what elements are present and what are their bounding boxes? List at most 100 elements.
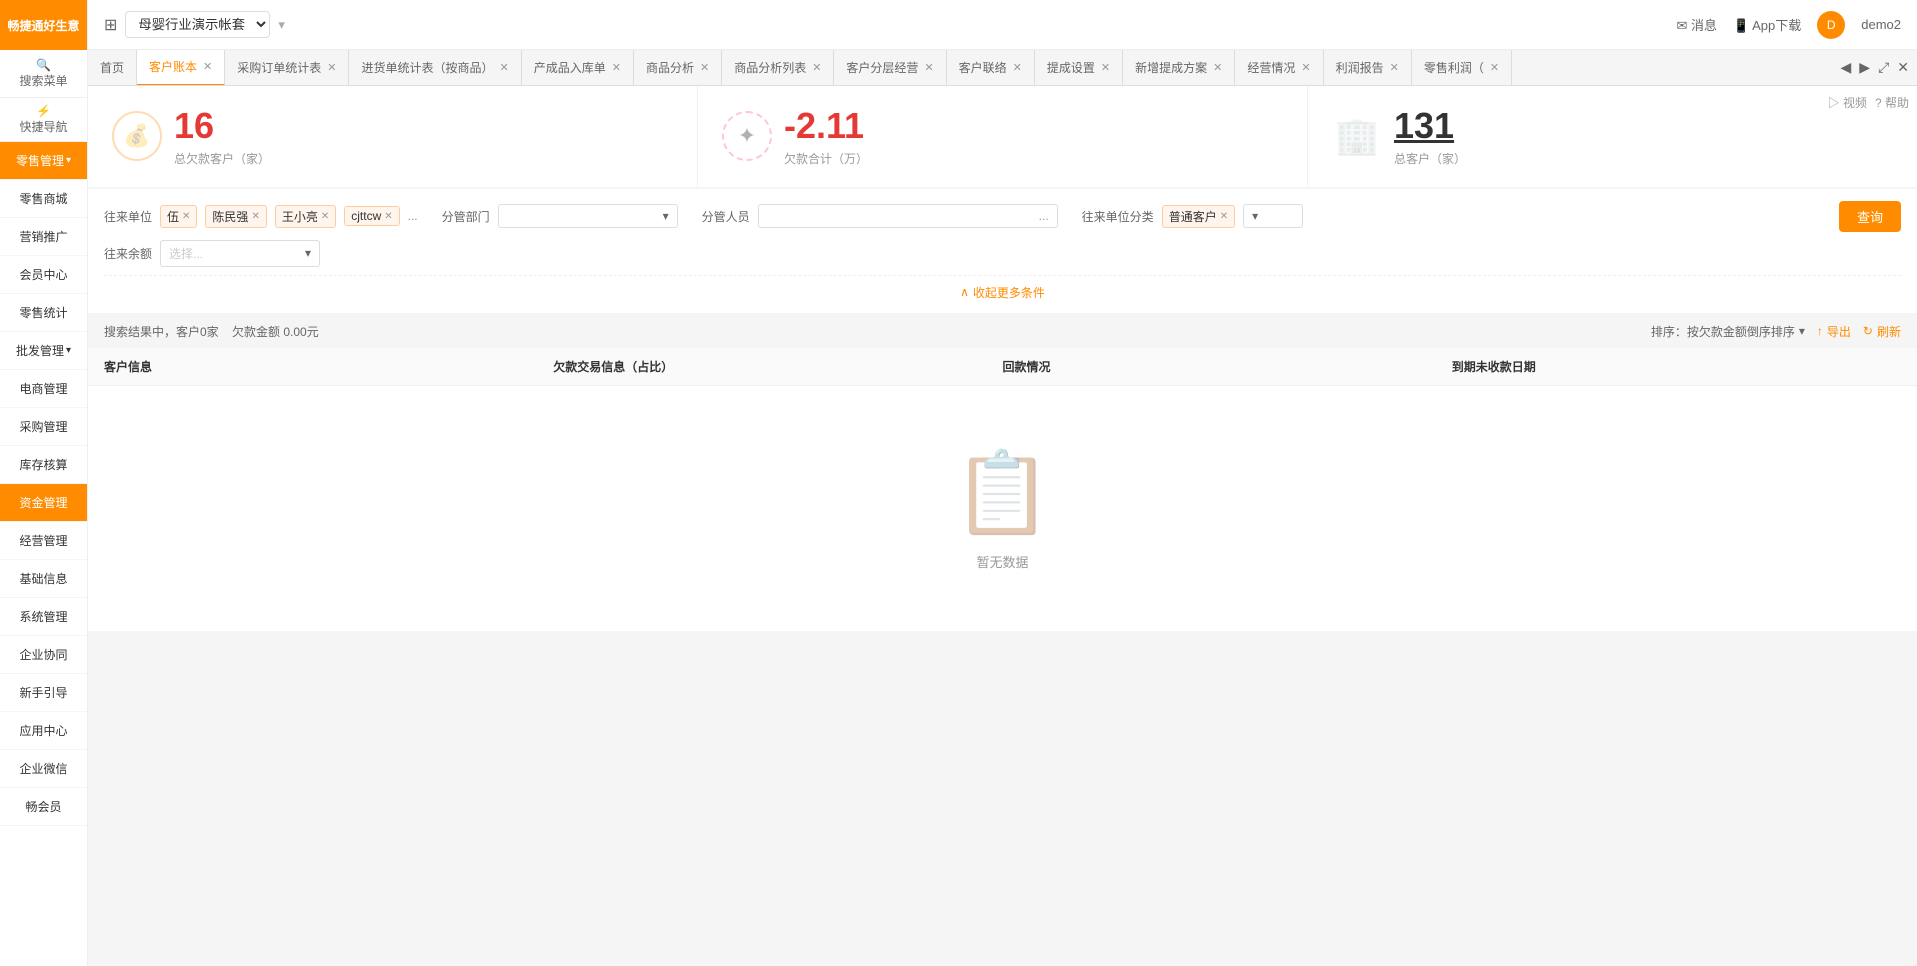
sidebar-item-retail-stats[interactable]: 零售统计 [0,294,87,332]
tab-commission-settings[interactable]: 提成设置 ✕ [1035,50,1123,86]
tab-close-icon[interactable]: ✕ [700,61,709,74]
filter-tag-wang[interactable]: 王小亮 ✕ [275,205,336,228]
sidebar-item-newbie[interactable]: 新手引导 [0,674,87,712]
dept-filter-select[interactable]: ▾ [498,204,678,228]
results-bar: 搜索结果中，客户0家 欠款金额 0.00元 排序：按欠款金额倒序排序 ▾ ↑ 导… [88,315,1917,348]
chevron-down-icon: ▾ [66,345,71,356]
stat-card-total-customers: 🏢 131 总客户（家） ▷ 视频 ? 帮助 [1308,86,1917,187]
sidebar-item-member-center[interactable]: 会员中心 [0,256,87,294]
category-filter-label: 往来单位分类 [1082,208,1154,225]
sidebar-search[interactable]: 🔍 搜索菜单 [0,50,87,98]
remove-tag-chen[interactable]: ✕ [251,211,259,222]
tab-close-icon[interactable]: ✕ [612,61,621,74]
tab-bar: 首页 客户账本 ✕ 采购订单统计表 ✕ 进货单统计表（按商品） ✕ 产成品入库单… [88,50,1917,86]
export-button[interactable]: ↑ 导出 [1817,323,1851,340]
account-selector[interactable]: 母婴行业演示帐套 [125,11,270,38]
person-more[interactable]: ... [1039,209,1049,223]
sidebar-item-marketing[interactable]: 营销推广 [0,218,87,256]
filter-tag-chen[interactable]: 陈民强 ✕ [205,205,266,228]
tab-expand-icon[interactable]: ⤢ [1874,59,1893,76]
tab-business-overview[interactable]: 经营情况 ✕ [1235,50,1323,86]
download-icon: 📱 [1733,18,1749,33]
tab-finished-goods[interactable]: 产成品入库单 ✕ [522,50,634,86]
category-select[interactable]: ▾ [1243,204,1303,228]
results-right: 排序：按欠款金额倒序排序 ▾ ↑ 导出 ↻ 刷新 [1651,323,1901,340]
username-label: demo2 [1861,17,1901,32]
help-button[interactable]: ? 帮助 [1875,94,1909,111]
sidebar-item-wholesale-mgmt[interactable]: 批发管理 ▾ [0,332,87,370]
collapse-button[interactable]: ∧ 收起更多条件 [104,284,1901,301]
stat-value-customers: 16 [174,106,270,146]
sidebar-item-purchase-mgmt[interactable]: 采购管理 [0,408,87,446]
grid-icon: ⊞ [104,15,117,35]
tab-product-analysis[interactable]: 商品分析 ✕ [634,50,722,86]
remove-tag-wang[interactable]: ✕ [321,211,329,222]
sidebar-item-app-center[interactable]: 应用中心 [0,712,87,750]
tab-close-icon[interactable]: ✕ [203,60,212,73]
sidebar-item-inventory[interactable]: 库存核算 [0,446,87,484]
table-header: 客户信息 欠款交易信息（占比） 回款情况 到期未收款日期 [88,348,1917,386]
filter-tag-cjttcw[interactable]: cjttcw ✕ [344,206,399,226]
sidebar-item-operations[interactable]: 经营管理 [0,522,87,560]
balance-select[interactable]: 选择... ▾ [160,240,320,267]
tab-add-commission[interactable]: 新增提成方案 ✕ [1123,50,1235,86]
filter-tag-wu[interactable]: 伍 ✕ [160,205,197,228]
chevron-down-icon: ▾ [663,209,669,223]
tab-customer-ledger[interactable]: 客户账本 ✕ [137,50,225,86]
tab-profit-report[interactable]: 利润报告 ✕ [1324,50,1412,86]
sidebar-item-basic-info[interactable]: 基础信息 [0,560,87,598]
tab-home[interactable]: 首页 [88,50,137,86]
sidebar-item-finance[interactable]: 资金管理 [0,484,87,522]
chevron-down-icon: ▾ [1252,209,1258,223]
tab-close-icon[interactable]: ✕ [327,61,336,74]
filter-more-button[interactable]: ... [408,209,418,223]
app-download-button[interactable]: 📱 App下载 [1733,15,1801,34]
sidebar-quick-nav[interactable]: ⚡ 快捷导航 [0,98,87,142]
tab-product-analysis-list[interactable]: 商品分析列表 ✕ [722,50,834,86]
filter-row-2: 往来余额 选择... ▾ [104,240,1901,267]
sort-selector[interactable]: 排序：按欠款金额倒序排序 ▾ [1651,323,1805,340]
tab-scroll-left-icon[interactable]: ◀ [1837,59,1856,76]
tab-close-icon[interactable]: ✕ [1390,61,1399,74]
tab-close-all-icon[interactable]: ✕ [1893,59,1913,76]
message-icon: ✉ [1676,18,1687,33]
sidebar-item-ecommerce[interactable]: 电商管理 [0,370,87,408]
remove-category-tag[interactable]: ✕ [1220,211,1228,222]
tab-close-icon[interactable]: ✕ [1213,61,1222,74]
filter-tag-normal-customer[interactable]: 普通客户 ✕ [1162,205,1235,228]
sidebar-item-retail-mgmt[interactable]: 零售管理 ▾ [0,142,87,180]
remove-tag-cjttcw[interactable]: ✕ [384,211,392,222]
sidebar-item-enterprise[interactable]: 企业协同 [0,636,87,674]
sidebar-item-retail-mall[interactable]: 零售商城 [0,180,87,218]
col-header-repayment: 回款情况 [1003,358,1452,375]
refresh-button[interactable]: ↻ 刷新 [1863,323,1901,340]
tab-scroll-right-icon[interactable]: ▶ [1855,59,1874,76]
remove-tag-wu[interactable]: ✕ [182,211,190,222]
tab-close-icon[interactable]: ✕ [1301,61,1310,74]
tab-close-icon[interactable]: ✕ [1101,61,1110,74]
tab-purchase-order-stats[interactable]: 采购订单统计表 ✕ [225,50,349,86]
tab-close-icon[interactable]: ✕ [1013,61,1022,74]
stat-label-total: 总客户（家） [1394,150,1466,167]
tab-close-icon[interactable]: ✕ [500,61,509,74]
sidebar-item-enterprise-wechat[interactable]: 企业微信 [0,750,87,788]
tab-retail-profit[interactable]: 零售利润（ ✕ [1412,50,1512,86]
help-icon: ? [1875,96,1882,110]
play-icon: ▷ [1828,96,1840,110]
video-help-button[interactable]: ▷ 视频 [1828,94,1867,111]
tab-purchase-stats-product[interactable]: 进货单统计表（按商品） ✕ [349,50,521,86]
empty-state: 📋 暂无数据 [88,386,1917,631]
tab-close-icon[interactable]: ✕ [812,61,821,74]
sidebar: 畅捷通好生意 🔍 搜索菜单 ⚡ 快捷导航 零售管理 ▾ 零售商城 营销推广 会员… [0,0,88,966]
tab-customer-contact[interactable]: 客户联络 ✕ [947,50,1035,86]
user-avatar[interactable]: D [1817,11,1845,39]
sidebar-item-system[interactable]: 系统管理 [0,598,87,636]
tab-customer-tier[interactable]: 客户分层经营 ✕ [834,50,946,86]
person-filter-input[interactable]: ... [758,204,1058,228]
sidebar-item-vip-member[interactable]: 畅会员 [0,788,87,826]
messages-button[interactable]: ✉ 消息 [1676,15,1717,34]
query-button[interactable]: 查询 [1839,201,1901,232]
tab-close-icon[interactable]: ✕ [1490,61,1499,74]
export-icon: ↑ [1817,324,1823,338]
tab-close-icon[interactable]: ✕ [924,61,933,74]
